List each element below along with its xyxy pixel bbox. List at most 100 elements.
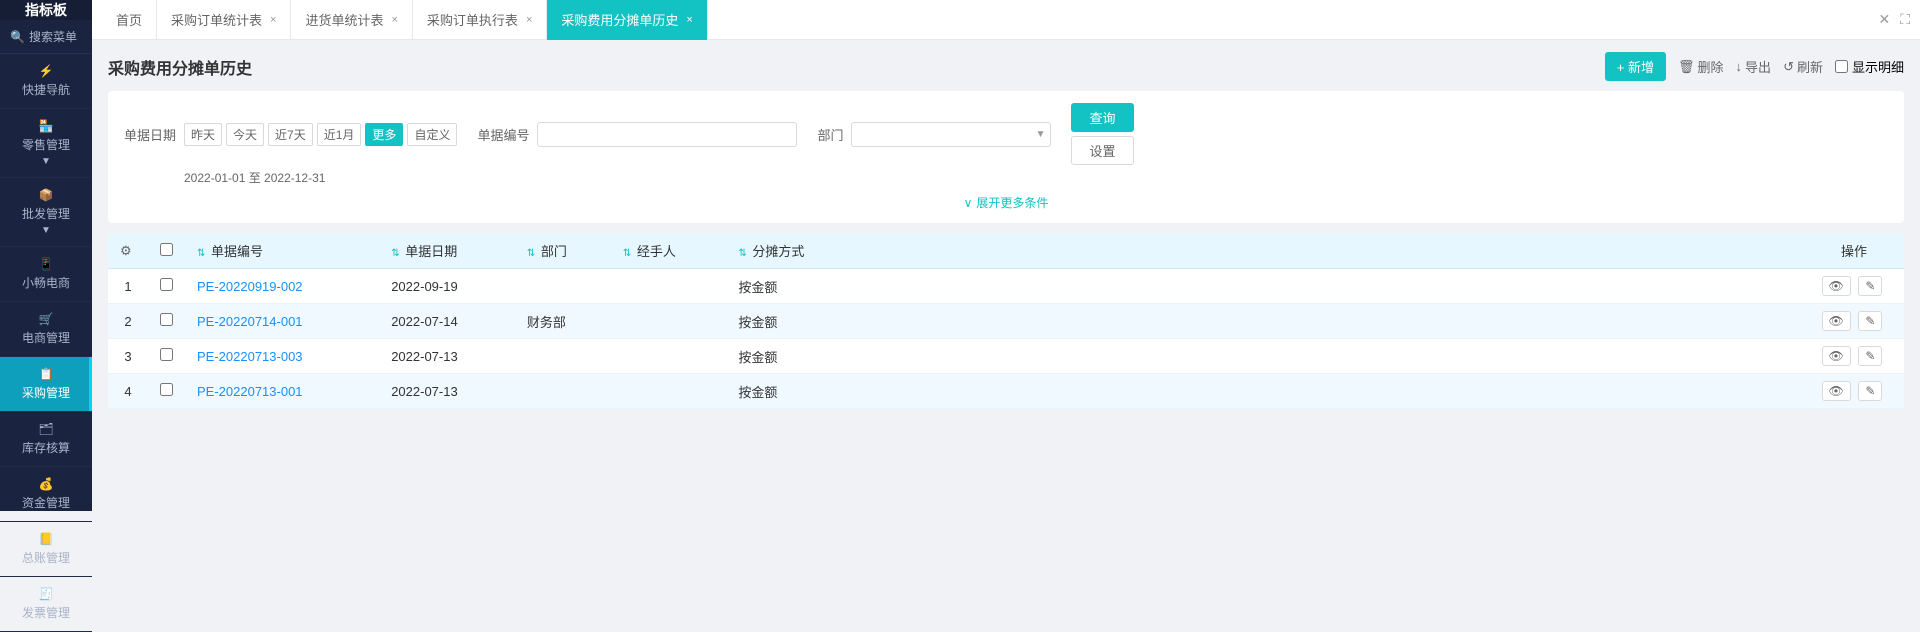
sidebar-item-label: 发票管理: [22, 604, 70, 621]
show-columns-checkbox[interactable]: [1835, 60, 1848, 73]
search-icon: 🔍: [10, 30, 25, 44]
edit-button[interactable]: ✎: [1858, 381, 1882, 401]
row-checkbox[interactable]: [160, 278, 173, 291]
th-dept[interactable]: ⇅ 部门: [515, 233, 611, 269]
th-settings[interactable]: ⚙: [108, 233, 148, 269]
sidebar-item-ecom[interactable]: 🛒 电商管理: [0, 302, 92, 357]
view-button[interactable]: 👁: [1822, 276, 1851, 296]
order-no-cell: PE-20220919-002: [185, 269, 379, 304]
th-dept-label: 部门: [541, 244, 567, 259]
row-checkbox[interactable]: [160, 383, 173, 396]
split-method-cell: 按金额: [726, 269, 1804, 304]
sidebar-search[interactable]: 🔍 搜索菜单: [0, 20, 92, 54]
sidebar-item-finance[interactable]: 💰 资金管理: [0, 467, 92, 522]
query-button[interactable]: 查询: [1071, 103, 1133, 132]
th-date[interactable]: ⇅ 单据日期: [379, 233, 515, 269]
view-button[interactable]: 👁: [1822, 346, 1851, 366]
action-cell: 👁 ✎: [1804, 269, 1904, 304]
tab-label: 采购订单执行表: [427, 10, 518, 29]
sidebar-item-quicknav[interactable]: ⚡ 快捷导航: [0, 54, 92, 109]
sidebar-search-label: 搜索菜单: [29, 28, 77, 45]
tab-purchase-order-exec[interactable]: 采购订单执行表 ×: [413, 0, 547, 40]
tab-close-icon[interactable]: ×: [391, 14, 397, 26]
sort-icon: ⇅: [623, 248, 631, 259]
sidebar-item-label: 小畅电商: [22, 274, 70, 291]
maximize-icon[interactable]: ⛶: [1900, 11, 1910, 28]
tab-close-icon[interactable]: ×: [526, 14, 532, 26]
expand-more-conditions[interactable]: ∨ 展开更多条件: [124, 194, 1888, 211]
dept-cell: [515, 269, 611, 304]
action-cell: 👁 ✎: [1804, 339, 1904, 374]
sidebar-logo: 指标板: [0, 0, 92, 20]
tab-label: 采购订单统计表: [171, 10, 262, 29]
settings-icon[interactable]: ⚙: [120, 243, 132, 258]
sidebar-item-ledger[interactable]: 📒 总账管理: [0, 522, 92, 577]
dept-input[interactable]: [851, 122, 1051, 147]
row-checkbox[interactable]: [160, 348, 173, 361]
view-button[interactable]: 👁: [1822, 311, 1851, 331]
th-split-method[interactable]: ⇅ 分摊方式: [726, 233, 1804, 269]
date-quick-btns: 昨天 今天 近7天 近1月 更多 自定义: [184, 123, 457, 146]
split-method-cell: 按金额: [726, 304, 1804, 339]
tab-stock-stats[interactable]: 进货单统计表 ×: [291, 0, 412, 40]
refresh-button[interactable]: ↺ 刷新: [1783, 57, 1823, 76]
order-no-input[interactable]: [537, 122, 797, 147]
page-title: 采购费用分摊单历史: [108, 55, 252, 79]
add-button[interactable]: + 新增: [1605, 52, 1666, 81]
order-no-link[interactable]: PE-20220713-001: [197, 384, 303, 399]
tab-label: 采购费用分摊单历史: [561, 10, 678, 29]
tab-purchase-fee-split[interactable]: 采购费用分摊单历史 ×: [547, 0, 707, 40]
table-header: ⚙ ⇅ 单据编号 ⇅ 单据日期: [108, 233, 1904, 269]
order-no-link[interactable]: PE-20220714-001: [197, 314, 303, 329]
tab-close-icon[interactable]: ×: [686, 14, 692, 26]
delete-button[interactable]: 🗑 删除: [1678, 57, 1724, 76]
order-no-cell: PE-20220713-001: [185, 374, 379, 409]
sort-icon: ⇅: [391, 248, 399, 259]
order-no-link[interactable]: PE-20220919-002: [197, 279, 303, 294]
select-all-checkbox[interactable]: [160, 243, 173, 256]
tab-close-icon[interactable]: ×: [270, 14, 276, 26]
sidebar-item-mini[interactable]: 📱 小畅电商: [0, 247, 92, 302]
table-row: 4 PE-20220713-001 2022-07-13 按金额 👁: [108, 374, 1904, 409]
th-split-method-label: 分摊方式: [752, 244, 804, 259]
sidebar-item-purchase[interactable]: 📋 采购管理: [0, 357, 92, 412]
sidebar-item-wholesale[interactable]: 📦 批发管理 ▼: [0, 178, 92, 247]
wholesale-icon: 📦: [39, 188, 54, 202]
table-row: 3 PE-20220713-003 2022-07-13 按金额 👁: [108, 339, 1904, 374]
date-btn-more[interactable]: 更多: [365, 123, 403, 146]
row-index: 1: [108, 269, 148, 304]
row-checkbox-cell: [148, 269, 185, 304]
order-no-link[interactable]: PE-20220713-003: [197, 349, 303, 364]
edit-button[interactable]: ✎: [1858, 276, 1882, 296]
date-cell: 2022-07-13: [379, 339, 515, 374]
setting-button[interactable]: 设置: [1071, 136, 1133, 165]
date-btn-1month[interactable]: 近1月: [317, 123, 362, 146]
invoice-icon: 🧾: [39, 587, 54, 601]
handler-cell: [611, 339, 727, 374]
date-btn-7days[interactable]: 近7天: [268, 123, 313, 146]
date-btn-today[interactable]: 今天: [226, 123, 264, 146]
tab-home[interactable]: 首页: [102, 0, 157, 40]
show-columns-checkbox-label[interactable]: 显示明细: [1835, 57, 1904, 76]
tab-purchase-order-stats[interactable]: 采购订单统计表 ×: [157, 0, 291, 40]
edit-button[interactable]: ✎: [1858, 311, 1882, 331]
th-order-no-label: 单据编号: [211, 244, 263, 259]
filter-area: 单据日期 昨天 今天 近7天 近1月 更多 自定义 单据编号: [108, 91, 1904, 223]
sidebar: 指标板 🔍 搜索菜单 ⚡ 快捷导航 🏪 零售管理 ▼ 📦 批发管理 ▼ 📱 小畅…: [0, 0, 92, 511]
edit-button[interactable]: ✎: [1858, 346, 1882, 366]
table-row: 2 PE-20220714-001 2022-07-14 财务部 按金额 👁: [108, 304, 1904, 339]
date-btn-yesterday[interactable]: 昨天: [184, 123, 222, 146]
th-handler[interactable]: ⇅ 经手人: [611, 233, 727, 269]
close-all-tabs-icon[interactable]: ✕: [1878, 11, 1890, 28]
refresh-icon: ↺: [1783, 59, 1794, 75]
sidebar-item-invoice[interactable]: 🧾 发票管理: [0, 577, 92, 632]
sidebar-item-inventory[interactable]: 🗂 库存核算: [0, 412, 92, 467]
handler-cell: [611, 269, 727, 304]
view-button[interactable]: 👁: [1822, 381, 1851, 401]
row-checkbox[interactable]: [160, 313, 173, 326]
export-button[interactable]: ↓ 导出: [1736, 57, 1772, 76]
th-order-no[interactable]: ⇅ 单据编号: [185, 233, 379, 269]
date-btn-custom[interactable]: 自定义: [407, 123, 457, 146]
sidebar-item-retail[interactable]: 🏪 零售管理 ▼: [0, 109, 92, 178]
sort-icon: ⇅: [738, 248, 746, 259]
